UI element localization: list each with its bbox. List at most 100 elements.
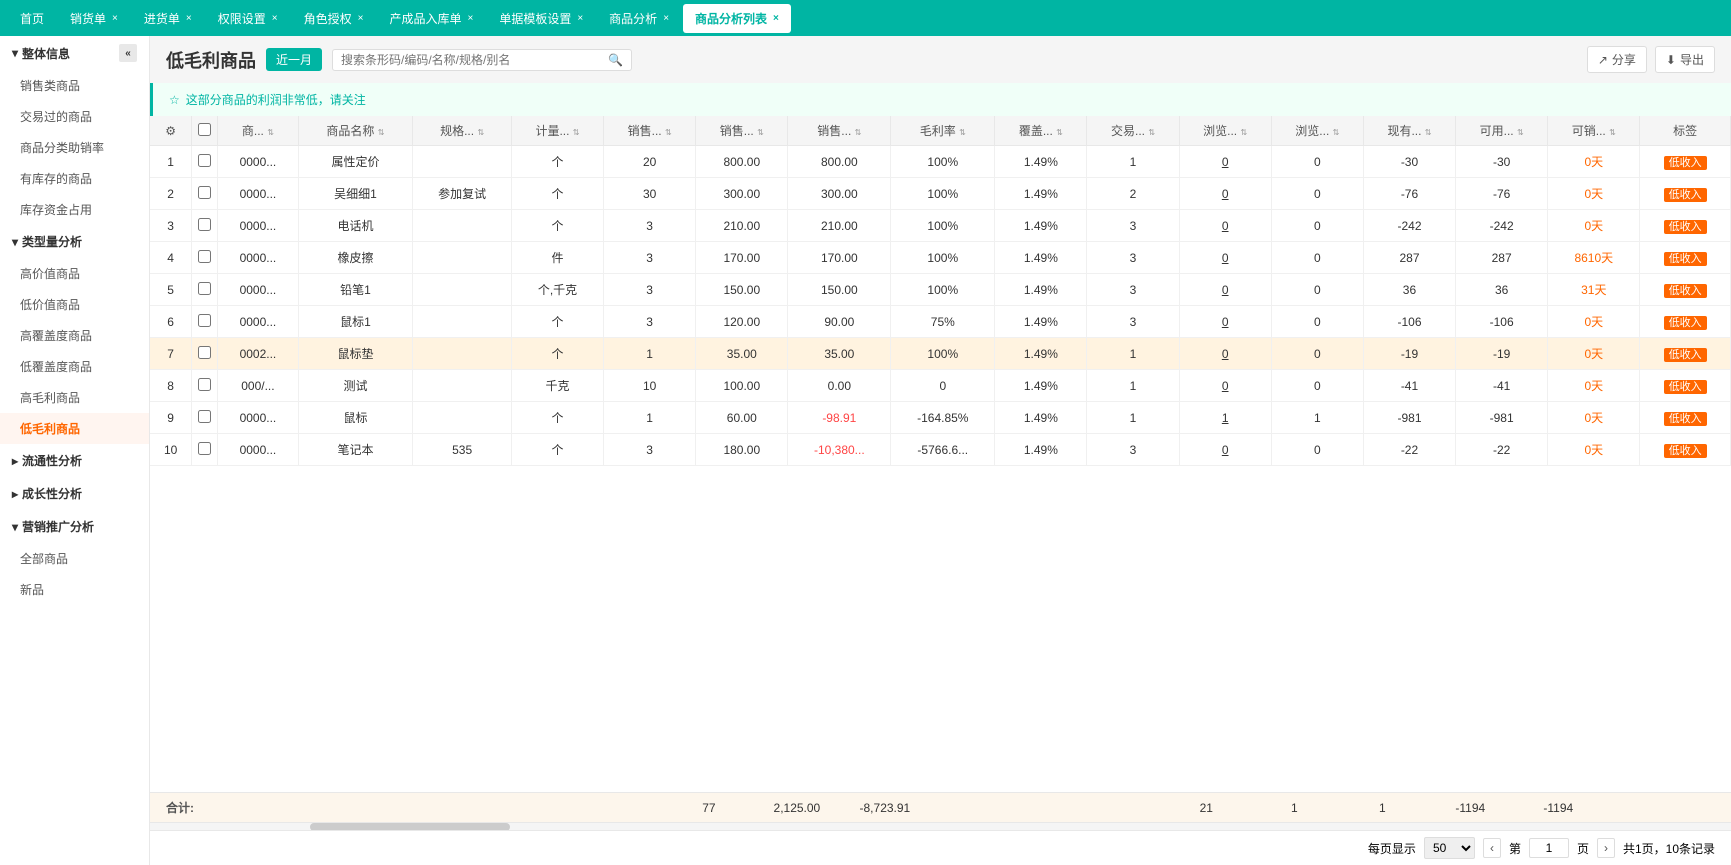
row-cover-rate: 1.49% xyxy=(995,338,1087,370)
row-salable: 0天 xyxy=(1548,434,1640,466)
sidebar-item-low-coverage[interactable]: 低覆盖度商品 xyxy=(0,351,149,382)
row-current: -22 xyxy=(1363,434,1455,466)
nav-purchase-close[interactable]: × xyxy=(186,13,192,24)
row-browse-link[interactable]: 1 xyxy=(1179,402,1271,434)
row-checkbox[interactable] xyxy=(198,218,211,231)
nav-permissions-close[interactable]: × xyxy=(272,13,278,24)
row-browse-link[interactable]: 0 xyxy=(1179,242,1271,274)
share-button[interactable]: ↗ 分享 xyxy=(1587,46,1647,73)
col-sale-qty[interactable]: 销售... ⇅ xyxy=(604,116,696,146)
sidebar-item-inventory-capital[interactable]: 库存资金占用 xyxy=(0,194,149,225)
col-browse-link[interactable]: 浏览... ⇅ xyxy=(1179,116,1271,146)
sidebar-item-all-goods[interactable]: 全部商品 xyxy=(0,543,149,574)
nav-product-analysis-list-close[interactable]: × xyxy=(773,13,779,24)
col-available[interactable]: 可用... ⇅ xyxy=(1456,116,1548,146)
row-checkbox[interactable] xyxy=(198,410,211,423)
row-checkbox[interactable] xyxy=(198,186,211,199)
page-size-select[interactable]: 50 100 200 xyxy=(1424,837,1475,859)
row-name: 吴细细1 xyxy=(298,178,413,210)
row-checkbox[interactable] xyxy=(198,314,211,327)
col-sale-profit[interactable]: 销售... ⇅ xyxy=(788,116,891,146)
sidebar-item-sales-goods[interactable]: 销售类商品 xyxy=(0,70,149,101)
nav-purchase[interactable]: 进货单 × xyxy=(132,4,204,33)
row-salable: 0天 xyxy=(1548,210,1640,242)
row-checkbox[interactable] xyxy=(198,346,211,359)
sidebar-section-growth[interactable]: ▸ 成长性分析 xyxy=(0,477,149,510)
sidebar-item-high-coverage[interactable]: 高覆盖度商品 xyxy=(0,320,149,351)
sidebar-section-overall[interactable]: ▾ 整体信息 « xyxy=(0,36,149,70)
row-salable: 0天 xyxy=(1548,338,1640,370)
row-tag: 低收入 xyxy=(1640,306,1731,338)
sidebar-item-high-value[interactable]: 高价值商品 xyxy=(0,258,149,289)
col-spec[interactable]: 规格... ⇅ xyxy=(413,116,512,146)
row-current: -242 xyxy=(1363,210,1455,242)
page-number-input[interactable] xyxy=(1529,838,1569,858)
sidebar-item-inventory-goods[interactable]: 有库存的商品 xyxy=(0,163,149,194)
col-code[interactable]: 商... ⇅ xyxy=(218,116,298,146)
nav-product-analysis[interactable]: 商品分析 × xyxy=(597,4,681,33)
sidebar-item-traded-goods[interactable]: 交易过的商品 xyxy=(0,101,149,132)
nav-home[interactable]: 首页 xyxy=(8,4,56,33)
col-unit[interactable]: 计量... ⇅ xyxy=(511,116,603,146)
nav-roles[interactable]: 角色授权 × xyxy=(292,4,376,33)
sidebar-item-low-margin[interactable]: 低毛利商品 xyxy=(0,413,149,444)
sidebar-section-circulation[interactable]: ▸ 流通性分析 xyxy=(0,444,149,477)
sidebar-item-low-value[interactable]: 低价值商品 xyxy=(0,289,149,320)
search-icon[interactable]: 🔍 xyxy=(608,53,623,67)
col-browse-count[interactable]: 浏览... ⇅ xyxy=(1271,116,1363,146)
row-sale-profit: 800.00 xyxy=(788,146,891,178)
share-icon: ↗ xyxy=(1598,53,1608,67)
nav-finished-goods[interactable]: 产成品入库单 × xyxy=(377,4,485,33)
chevron-down-icon-2: ▾ xyxy=(12,235,18,249)
row-checkbox[interactable] xyxy=(198,282,211,295)
nav-template[interactable]: 单据模板设置 × xyxy=(487,4,595,33)
col-sale-amt[interactable]: 销售... ⇅ xyxy=(696,116,788,146)
row-browse-link[interactable]: 0 xyxy=(1179,146,1271,178)
date-filter-button[interactable]: 近一月 xyxy=(266,48,322,71)
sidebar-item-new-goods[interactable]: 新品 xyxy=(0,574,149,605)
horizontal-scrollbar[interactable] xyxy=(150,822,1731,830)
row-browse-link[interactable]: 0 xyxy=(1179,274,1271,306)
sidebar-item-category-rate[interactable]: 商品分类助销率 xyxy=(0,132,149,163)
row-checkbox[interactable] xyxy=(198,250,211,263)
sidebar-section-marketing[interactable]: ▾ 营销推广分析 xyxy=(0,510,149,543)
row-browse-link[interactable]: 0 xyxy=(1179,306,1271,338)
col-name[interactable]: 商品名称 ⇅ xyxy=(298,116,413,146)
nav-product-analysis-close[interactable]: × xyxy=(663,13,669,24)
row-cover-rate: 1.49% xyxy=(995,146,1087,178)
row-browse-link[interactable]: 0 xyxy=(1179,338,1271,370)
row-checkbox-cell xyxy=(192,306,218,338)
nav-sales[interactable]: 销货单 × xyxy=(58,4,130,33)
row-checkbox-cell xyxy=(192,434,218,466)
row-browse-link[interactable]: 0 xyxy=(1179,370,1271,402)
next-page-button[interactable]: › xyxy=(1597,838,1615,858)
col-cover-rate[interactable]: 覆盖... ⇅ xyxy=(995,116,1087,146)
col-tag[interactable]: 标签 xyxy=(1640,116,1731,146)
row-browse-link[interactable]: 0 xyxy=(1179,434,1271,466)
nav-finished-goods-close[interactable]: × xyxy=(467,13,473,24)
row-checkbox[interactable] xyxy=(198,154,211,167)
export-button[interactable]: ⬇ 导出 xyxy=(1655,46,1715,73)
col-salable[interactable]: 可销... ⇅ xyxy=(1548,116,1640,146)
col-current[interactable]: 现有... ⇅ xyxy=(1363,116,1455,146)
nav-template-close[interactable]: × xyxy=(577,13,583,24)
nav-sales-close[interactable]: × xyxy=(112,13,118,24)
row-browse-link[interactable]: 0 xyxy=(1179,178,1271,210)
prev-page-button[interactable]: ‹ xyxy=(1483,838,1501,858)
row-checkbox[interactable] xyxy=(198,378,211,391)
col-trade-count[interactable]: 交易... ⇅ xyxy=(1087,116,1179,146)
nav-permissions[interactable]: 权限设置 × xyxy=(206,4,290,33)
search-input[interactable] xyxy=(341,53,608,67)
nav-roles-close[interactable]: × xyxy=(358,13,364,24)
sidebar-collapse-btn[interactable]: « xyxy=(119,44,137,62)
col-settings[interactable]: ⚙ xyxy=(150,116,192,146)
row-checkbox[interactable] xyxy=(198,442,211,455)
sidebar-item-high-margin[interactable]: 高毛利商品 xyxy=(0,382,149,413)
sidebar-section-type[interactable]: ▾ 类型量分析 xyxy=(0,225,149,258)
row-browse-link[interactable]: 0 xyxy=(1179,210,1271,242)
col-profit-rate[interactable]: 毛利率 ⇅ xyxy=(891,116,995,146)
col-checkbox[interactable] xyxy=(192,116,218,146)
nav-product-analysis-list[interactable]: 商品分析列表 × xyxy=(683,4,791,33)
row-current: 36 xyxy=(1363,274,1455,306)
select-all-checkbox[interactable] xyxy=(198,123,211,136)
